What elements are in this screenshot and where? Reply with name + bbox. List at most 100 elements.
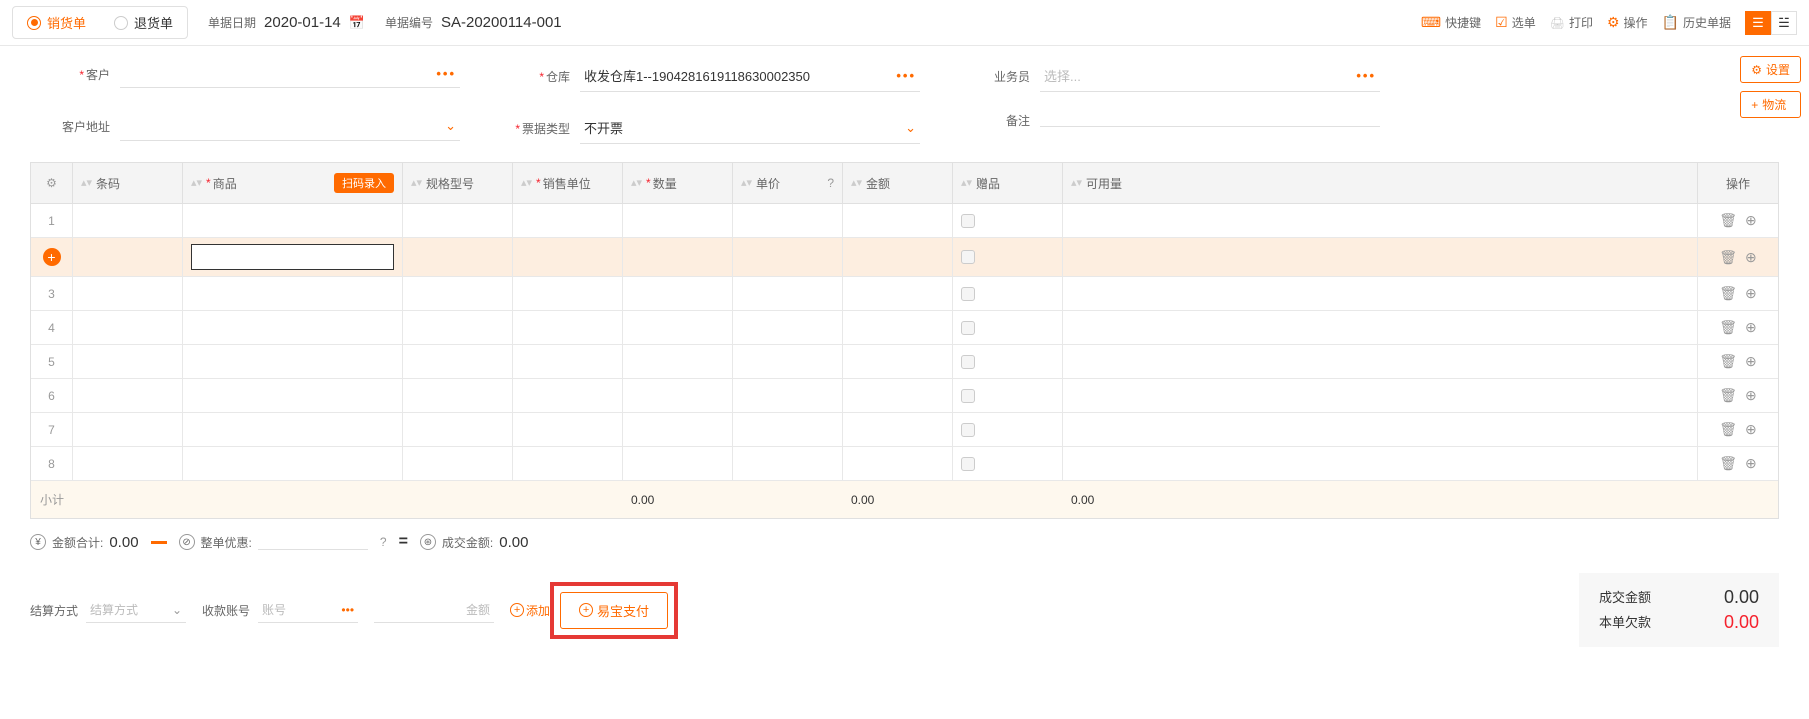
checkbox-icon[interactable] <box>961 287 975 301</box>
product-cell[interactable] <box>183 345 403 378</box>
unit-cell[interactable] <box>513 238 623 276</box>
spec-cell[interactable] <box>403 379 513 412</box>
spec-cell[interactable] <box>403 238 513 276</box>
unit-cell[interactable] <box>513 413 623 446</box>
unit-cell[interactable] <box>513 379 623 412</box>
chevron-down-icon[interactable]: ⌄ <box>445 118 456 134</box>
more-icon[interactable]: ••• <box>341 603 354 617</box>
unit-cell[interactable] <box>513 345 623 378</box>
checkbox-icon[interactable] <box>961 321 975 335</box>
warehouse-input[interactable]: 收发仓库1--1904281619118630002350••• <box>580 60 920 92</box>
gift-cell[interactable] <box>953 379 1063 412</box>
print-button[interactable]: 🖨打印 <box>1550 14 1593 31</box>
col-product[interactable]: ▴▾*商品扫码录入 <box>183 163 403 203</box>
spec-cell[interactable] <box>403 204 513 237</box>
checkbox-icon[interactable] <box>961 214 975 228</box>
barcode-cell[interactable] <box>73 413 183 446</box>
invoice-input[interactable]: 不开票⌄ <box>580 112 920 144</box>
view-compact-button[interactable]: ☰ <box>1745 11 1771 35</box>
delete-icon[interactable]: 🗑 <box>1719 455 1737 472</box>
spec-cell[interactable] <box>403 311 513 344</box>
help-icon[interactable]: ? <box>827 176 834 190</box>
qty-cell[interactable] <box>623 345 733 378</box>
delete-icon[interactable]: 🗑 <box>1719 212 1737 229</box>
barcode-cell[interactable] <box>73 238 183 276</box>
qty-cell[interactable] <box>623 413 733 446</box>
table-row[interactable]: 5🗑⊕ <box>31 345 1778 379</box>
add-row-icon[interactable]: + <box>43 248 61 266</box>
qty-cell[interactable] <box>623 311 733 344</box>
payment-amount-input[interactable]: 金额 <box>374 597 494 623</box>
product-cell[interactable] <box>183 311 403 344</box>
chevron-down-icon[interactable]: ⌄ <box>905 120 916 136</box>
help-icon[interactable]: ? <box>380 535 387 549</box>
col-gift[interactable]: ▴▾赠品 <box>953 163 1063 203</box>
copy-icon[interactable]: ⊕ <box>1745 353 1757 370</box>
tab-returns-order[interactable]: 退货单 <box>100 7 187 38</box>
spec-cell[interactable] <box>403 447 513 480</box>
delete-icon[interactable]: 🗑 <box>1719 421 1737 438</box>
gift-cell[interactable] <box>953 277 1063 310</box>
table-row[interactable]: 6🗑⊕ <box>31 379 1778 413</box>
price-cell[interactable] <box>733 238 843 276</box>
calendar-icon[interactable]: 📅 <box>349 15 365 31</box>
gift-cell[interactable] <box>953 204 1063 237</box>
col-price[interactable]: ▴▾单价? <box>733 163 843 203</box>
price-cell[interactable] <box>733 311 843 344</box>
barcode-cell[interactable] <box>73 345 183 378</box>
col-qty[interactable]: ▴▾*数量 <box>623 163 733 203</box>
checkbox-icon[interactable] <box>961 457 975 471</box>
copy-icon[interactable]: ⊕ <box>1745 387 1757 404</box>
amount-cell[interactable] <box>843 379 953 412</box>
gift-cell[interactable] <box>953 345 1063 378</box>
more-icon[interactable]: ••• <box>1356 68 1376 83</box>
amount-cell[interactable] <box>843 413 953 446</box>
copy-icon[interactable]: ⊕ <box>1745 249 1757 266</box>
customer-input[interactable]: ••• <box>120 60 460 88</box>
unit-cell[interactable] <box>513 447 623 480</box>
product-cell[interactable] <box>183 379 403 412</box>
copy-icon[interactable]: ⊕ <box>1745 285 1757 302</box>
spec-cell[interactable] <box>403 413 513 446</box>
col-amount[interactable]: ▴▾金额 <box>843 163 953 203</box>
address-input[interactable]: ⌄ <box>120 112 460 141</box>
table-row[interactable]: 4🗑⊕ <box>31 311 1778 345</box>
more-icon[interactable]: ••• <box>436 66 456 81</box>
qty-cell[interactable] <box>623 447 733 480</box>
copy-icon[interactable]: ⊕ <box>1745 421 1757 438</box>
spec-cell[interactable] <box>403 345 513 378</box>
unit-cell[interactable] <box>513 311 623 344</box>
operate-button[interactable]: ⚙操作 <box>1607 14 1648 31</box>
checkbox-icon[interactable] <box>961 423 975 437</box>
amount-cell[interactable] <box>843 447 953 480</box>
view-list-button[interactable]: ☱ <box>1771 11 1797 35</box>
col-available[interactable]: ▴▾可用量 <box>1063 163 1698 203</box>
table-row[interactable]: 8🗑⊕ <box>31 447 1778 481</box>
amount-cell[interactable] <box>843 204 953 237</box>
product-cell-input[interactable] <box>191 244 394 270</box>
remark-input[interactable] <box>1040 114 1380 127</box>
price-cell[interactable] <box>733 379 843 412</box>
barcode-cell[interactable] <box>73 447 183 480</box>
payment-account-input[interactable]: 账号••• <box>258 597 358 623</box>
qty-cell[interactable] <box>623 238 733 276</box>
copy-icon[interactable]: ⊕ <box>1745 212 1757 229</box>
product-cell[interactable] <box>183 204 403 237</box>
unit-cell[interactable] <box>513 277 623 310</box>
copy-icon[interactable]: ⊕ <box>1745 455 1757 472</box>
scan-badge[interactable]: 扫码录入 <box>334 173 394 193</box>
table-row[interactable]: 7🗑⊕ <box>31 413 1778 447</box>
col-barcode[interactable]: ▴▾条码 <box>73 163 183 203</box>
product-cell[interactable] <box>183 238 403 276</box>
history-button[interactable]: 📋历史单据 <box>1662 14 1731 31</box>
salesman-input[interactable]: 选择...••• <box>1040 60 1380 92</box>
qty-cell[interactable] <box>623 379 733 412</box>
amount-cell[interactable] <box>843 345 953 378</box>
yeepay-button[interactable]: +易宝支付 <box>560 592 668 629</box>
gear-icon[interactable]: ⚙ <box>46 176 57 190</box>
gift-cell[interactable] <box>953 413 1063 446</box>
select-order-button[interactable]: ☑选单 <box>1495 14 1536 31</box>
table-row[interactable]: 1🗑⊕ <box>31 204 1778 238</box>
barcode-cell[interactable] <box>73 311 183 344</box>
discount-input[interactable] <box>258 534 368 550</box>
